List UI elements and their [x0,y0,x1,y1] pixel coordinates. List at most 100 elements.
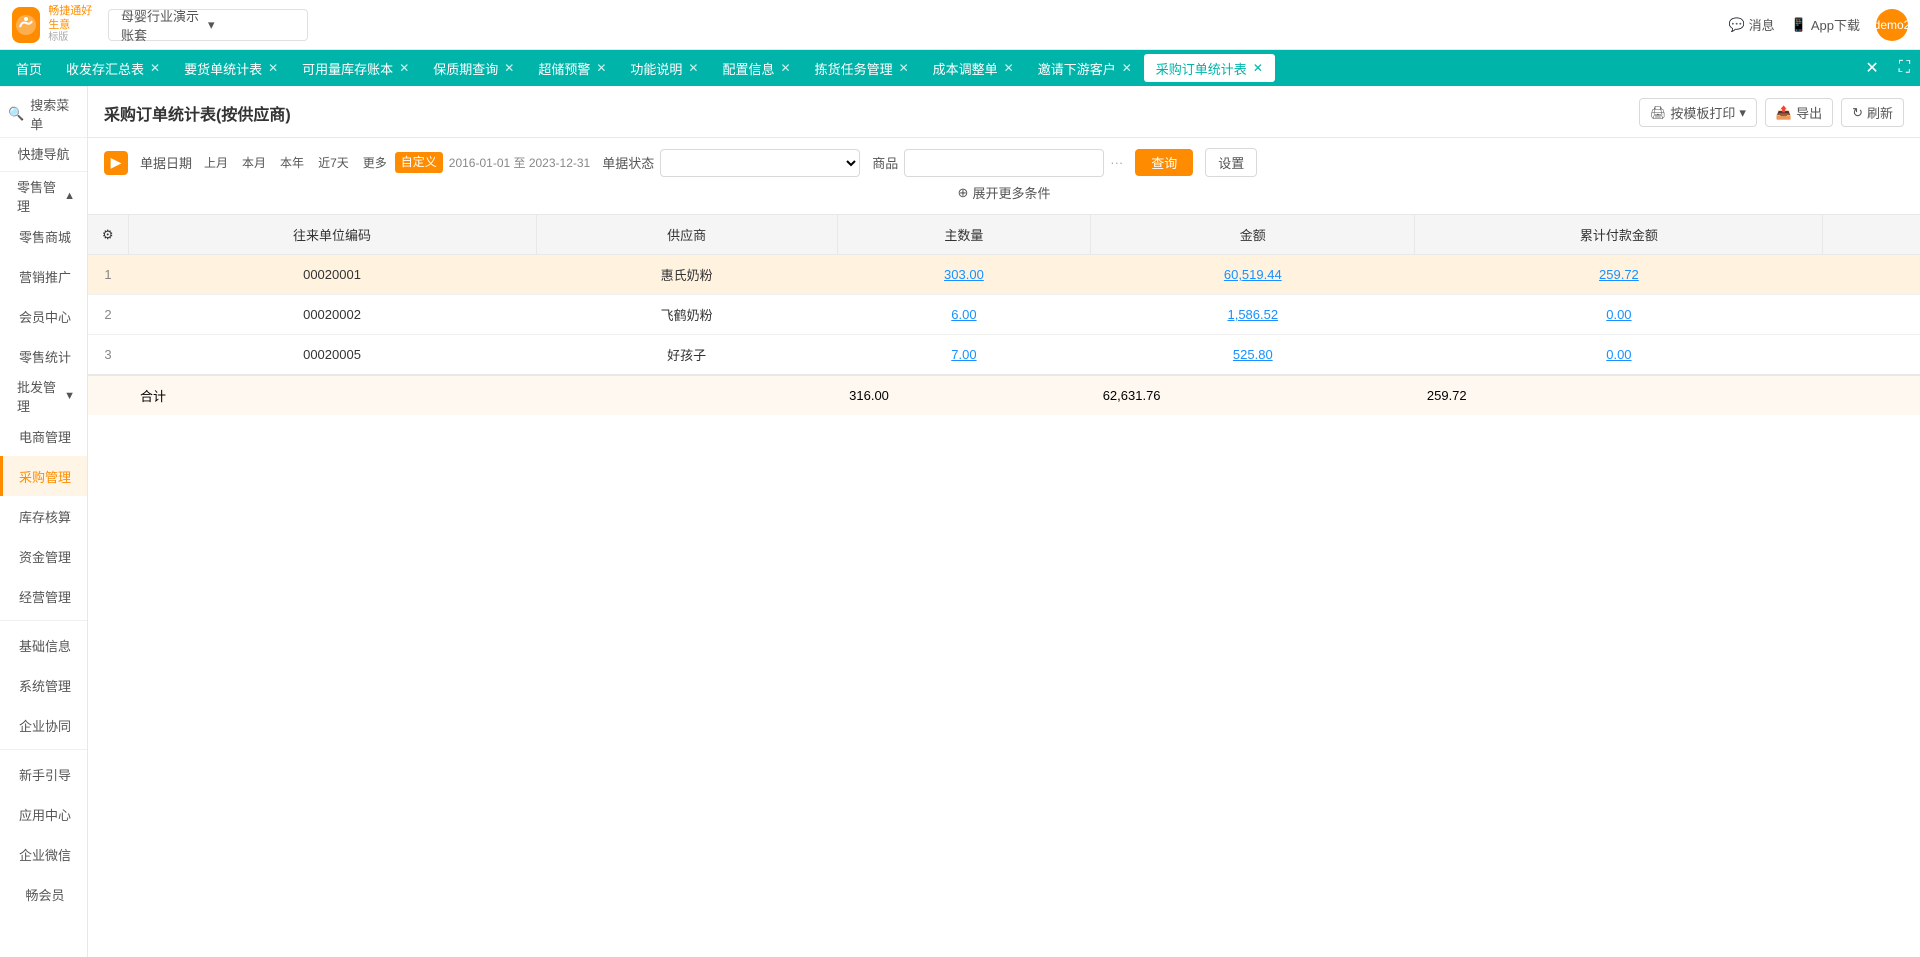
content-area: 采购订单统计表(按供应商) 🖨 按模板打印 ▾ 📤 导出 ↻ 刷新 [88,86,1920,957]
cell-quantity[interactable]: 303.00 [837,255,1091,295]
sidebar-item-member[interactable]: 会员中心 [0,296,87,336]
sidebar-item-wechat[interactable]: 企业微信 [0,834,87,874]
maximize-btn[interactable]: ⛶ [1893,57,1916,79]
sidebar-item-ecommerce[interactable]: 电商管理 [0,416,87,456]
app-download-btn[interactable]: 📱 App下载 [1791,15,1860,34]
date-shortcuts: 上月 本月 本年 近7天 更多 自定义 [198,152,443,173]
close-icon[interactable]: ✕ [781,61,791,75]
date-shortcut-this-year[interactable]: 本年 [274,152,310,173]
col-code: 往来单位编码 [128,215,536,255]
tab-home[interactable]: 首页 [4,54,54,82]
sidebar-item-inventory[interactable]: 库存核算 [0,496,87,536]
close-icon[interactable]: ✕ [399,61,409,75]
filter-toggle-btn[interactable]: ▶ [104,151,128,175]
cell-paid[interactable]: 259.72 [1415,255,1823,295]
sidebar-item-retail-mall[interactable]: 零售商城 [0,216,87,256]
sidebar-item-system[interactable]: 系统管理 [0,665,87,705]
tab-2[interactable]: 要货单统计表 ✕ [172,54,290,82]
custom-badge[interactable]: 自定义 [395,152,443,173]
cell-amount[interactable]: 525.80 [1091,335,1415,376]
close-icon[interactable]: ✕ [596,61,606,75]
quick-nav-item[interactable]: 快捷导航 [0,137,87,167]
sidebar-item-member2[interactable]: 畅会员 [0,874,87,914]
tab-active[interactable]: 采购订单统计表 ✕ [1144,54,1275,82]
tab-6[interactable]: 功能说明 ✕ [618,54,710,82]
col-supplier: 供应商 [536,215,837,255]
col-amount: 金额 [1091,215,1415,255]
tab-8[interactable]: 拣货任务管理 ✕ [803,54,921,82]
tab-4[interactable]: 保质期查询 ✕ [421,54,526,82]
footer-empty [88,375,128,415]
date-shortcut-last-month[interactable]: 上月 [198,152,234,173]
close-icon[interactable]: ✕ [268,61,278,75]
sidebar-item-finance[interactable]: 资金管理 [0,536,87,576]
print-btn[interactable]: 🖨 按模板打印 ▾ [1639,98,1757,127]
export-btn[interactable]: 📤 导出 [1765,98,1833,127]
expand-more-btn[interactable]: ⊕ 展开更多条件 [104,177,1904,204]
goods-input[interactable] [904,149,1104,177]
status-select[interactable] [660,149,860,177]
cell-amount[interactable]: 60,519.44 [1091,255,1415,295]
goods-filter-group: 商品 ··· [872,149,1123,177]
date-shortcut-7days[interactable]: 近7天 [312,152,355,173]
row-num: 3 [88,335,128,376]
close-icon[interactable]: ✕ [504,61,514,75]
date-shortcut-this-month[interactable]: 本月 [236,152,272,173]
refresh-btn[interactable]: ↻ 刷新 [1841,98,1904,127]
cell-paid[interactable]: 0.00 [1415,295,1823,335]
date-range: 2016-01-01 至 2023-12-31 [449,154,590,171]
col-extra [1823,215,1920,255]
sidebar-item-collab[interactable]: 企业协同 [0,705,87,745]
goods-more-icon[interactable]: ··· [1110,155,1123,170]
settings-btn[interactable]: 设置 [1205,148,1257,177]
sidebar-item-purchase[interactable]: 采购管理 [0,456,87,496]
table-row: 2 00020002 飞鹤奶粉 6.00 1,586.52 0.00 [88,295,1920,335]
sidebar-item-retail-stats[interactable]: 零售统计 [0,336,87,376]
tab-1[interactable]: 收发存汇总表 ✕ [54,54,172,82]
chevron-down-icon: ▲ [64,190,75,202]
close-icon[interactable]: ✕ [150,61,160,75]
close-all-btn[interactable]: ✕ [1859,56,1884,80]
sidebar-item-wholesale[interactable]: 批发管理 ▼ [0,376,87,416]
tab-3[interactable]: 可用量库存账本 ✕ [290,54,421,82]
close-icon[interactable]: ✕ [899,61,909,75]
print-icon: 🖨 [1650,105,1667,121]
date-shortcut-more[interactable]: 更多 [357,152,393,173]
tab-9[interactable]: 成本调整单 ✕ [921,54,1026,82]
table-header-row: ⚙ 往来单位编码 供应商 主数量 金额 累计付款金额 [88,215,1920,255]
tab-10[interactable]: 邀请下游客户 ✕ [1026,54,1144,82]
top-right-area: 💬 消息 📱 App下载 demo2 [1728,9,1908,41]
refresh-icon: ↻ [1852,105,1863,121]
sidebar-item-operations[interactable]: 经营管理 [0,576,87,616]
cell-extra [1823,255,1920,295]
close-icon[interactable]: ✕ [1253,61,1263,75]
sidebar-item-app-center[interactable]: 应用中心 [0,794,87,834]
sidebar-item-basic-info[interactable]: 基础信息 [0,625,87,665]
user-avatar[interactable]: demo2 [1876,9,1908,41]
tab-5[interactable]: 超储预警 ✕ [526,54,618,82]
workspace-selector[interactable]: 母婴行业演示账套 ▾ [108,9,308,41]
message-btn[interactable]: 💬 消息 [1728,15,1774,34]
page-title: 采购订单统计表(按供应商) [104,101,291,125]
chevron-down-icon: ▼ [64,390,75,402]
sidebar-item-marketing[interactable]: 营销推广 [0,256,87,296]
query-btn[interactable]: 查询 [1135,149,1193,176]
col-paid: 累计付款金额 [1415,215,1823,255]
cell-quantity[interactable]: 6.00 [837,295,1091,335]
search-menu-item[interactable]: 🔍 搜索菜单 [0,86,87,137]
sidebar-item-new-guide[interactable]: 新手引导 [0,754,87,794]
sidebar-item-retail-mgmt[interactable]: 零售管理 ▲ [0,176,87,216]
table-area: ⚙ 往来单位编码 供应商 主数量 金额 累计付款金额 1 00020001 惠氏… [88,215,1920,957]
row-num: 2 [88,295,128,335]
col-quantity: 主数量 [837,215,1091,255]
close-icon[interactable]: ✕ [688,61,698,75]
cell-paid[interactable]: 0.00 [1415,335,1823,376]
close-icon[interactable]: ✕ [1122,61,1132,75]
goods-label: 商品 [872,153,898,172]
cell-quantity[interactable]: 7.00 [837,335,1091,376]
tab-7[interactable]: 配置信息 ✕ [710,54,802,82]
footer-amount: 62,631.76 [1091,375,1415,415]
cell-amount[interactable]: 1,586.52 [1091,295,1415,335]
close-icon[interactable]: ✕ [1004,61,1014,75]
search-icon: 🔍 [8,106,24,122]
